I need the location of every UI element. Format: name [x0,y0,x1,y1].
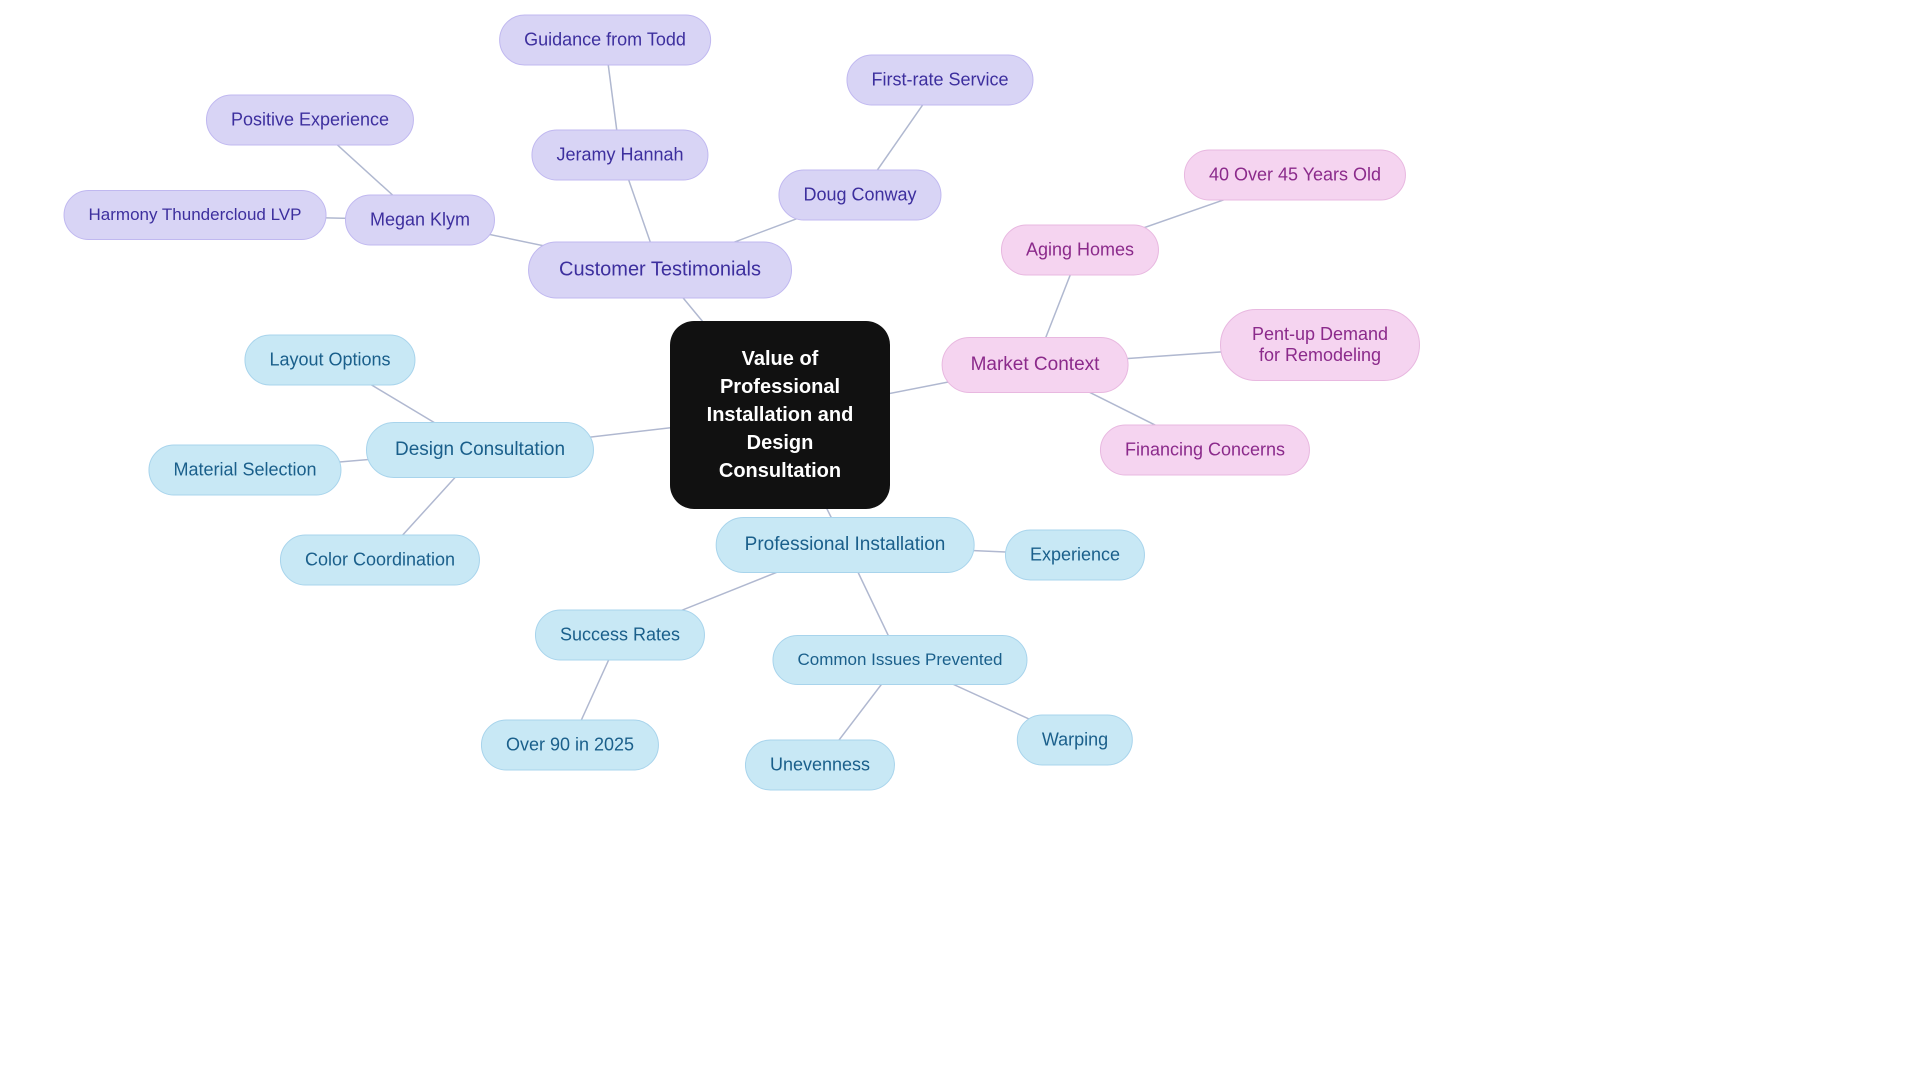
node-jeramy_hannah[interactable]: Jeramy Hannah [531,130,708,181]
node-forty_over[interactable]: 40 Over 45 Years Old [1184,150,1406,201]
node-over_90[interactable]: Over 90 in 2025 [481,720,659,771]
node-market_context[interactable]: Market Context [942,337,1129,393]
node-color_coordination[interactable]: Color Coordination [280,535,480,586]
node-pent_up_demand[interactable]: Pent-up Demand for Remodeling [1220,309,1420,381]
node-first_rate_service[interactable]: First-rate Service [846,55,1033,106]
node-customer_testimonials[interactable]: Customer Testimonials [528,242,792,299]
node-harmony_thundercloud[interactable]: Harmony Thundercloud LVP [64,190,327,240]
node-positive_experience[interactable]: Positive Experience [206,95,414,146]
node-guidance_from_todd[interactable]: Guidance from Todd [499,15,711,66]
node-experience[interactable]: Experience [1005,530,1145,581]
node-megan_klym[interactable]: Megan Klym [345,195,495,246]
node-unevenness[interactable]: Unevenness [745,740,895,791]
mindmap-container: Value of Professional Installation and D… [0,0,1920,1083]
node-layout_options[interactable]: Layout Options [244,335,415,386]
node-common_issues_prevented[interactable]: Common Issues Prevented [772,635,1027,685]
node-financing_concerns[interactable]: Financing Concerns [1100,425,1310,476]
node-warping[interactable]: Warping [1017,715,1133,766]
node-aging_homes[interactable]: Aging Homes [1001,225,1159,276]
node-success_rates[interactable]: Success Rates [535,610,705,661]
node-center[interactable]: Value of Professional Installation and D… [670,321,890,509]
node-doug_conway[interactable]: Doug Conway [778,170,941,221]
node-design_consultation[interactable]: Design Consultation [366,422,594,478]
node-professional_installation[interactable]: Professional Installation [716,517,975,573]
node-material_selection[interactable]: Material Selection [148,445,341,496]
